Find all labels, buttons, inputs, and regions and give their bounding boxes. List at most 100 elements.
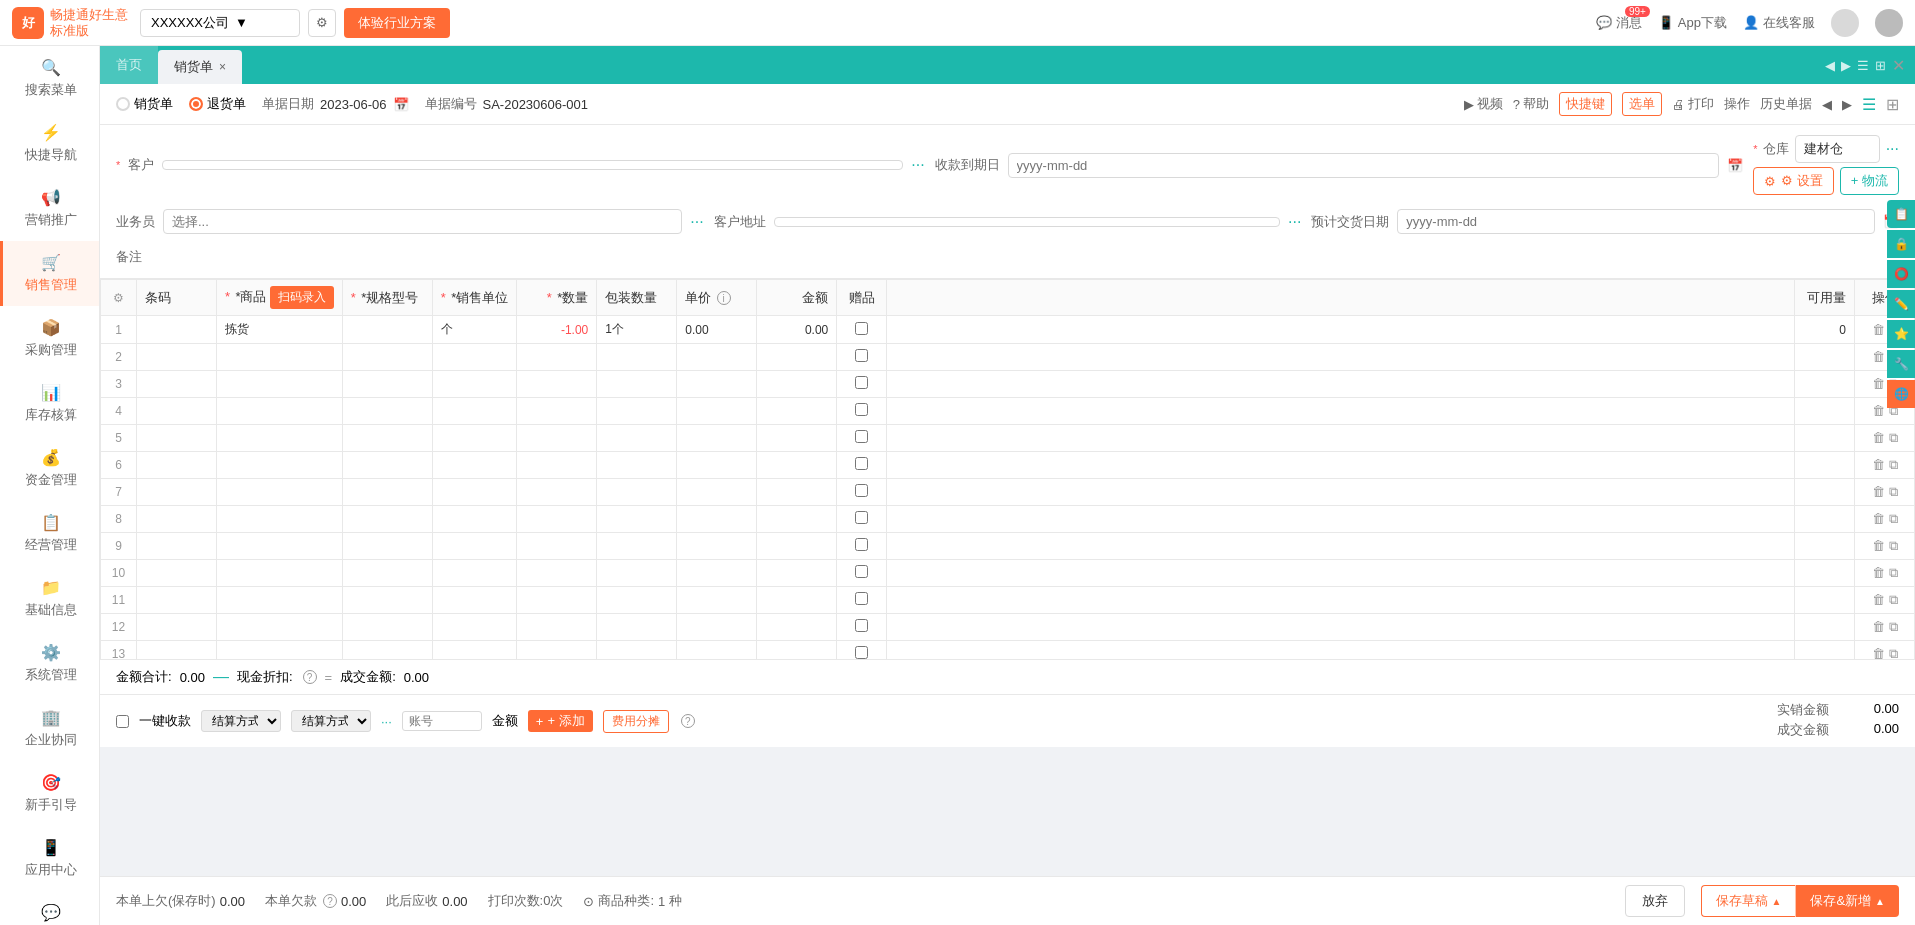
- delete-icon[interactable]: 🗑: [1872, 619, 1885, 635]
- row-notes[interactable]: [887, 533, 1795, 560]
- sidebar-item-marketing[interactable]: 📢 营销推广: [0, 176, 99, 241]
- row-price[interactable]: [677, 371, 757, 398]
- row-price[interactable]: [677, 614, 757, 641]
- row-spec[interactable]: [342, 587, 432, 614]
- row-notes[interactable]: [887, 587, 1795, 614]
- delete-icon[interactable]: 🗑: [1872, 511, 1885, 527]
- row-product[interactable]: [217, 587, 343, 614]
- company-selector[interactable]: XXXXXX公司 ▼: [140, 9, 300, 37]
- row-notes[interactable]: [887, 398, 1795, 425]
- warehouse-dots[interactable]: ···: [1886, 140, 1899, 158]
- sidebar-item-finance[interactable]: 💰 资金管理: [0, 436, 99, 501]
- salesperson-input[interactable]: [163, 209, 682, 234]
- row-amount[interactable]: [757, 506, 837, 533]
- grid-view-icon[interactable]: ⊞: [1886, 95, 1899, 114]
- float-btn-3[interactable]: ⭕: [1887, 260, 1915, 288]
- row-amount[interactable]: 0.00: [757, 316, 837, 344]
- row-gift[interactable]: [837, 614, 887, 641]
- copy-icon[interactable]: ⧉: [1889, 430, 1898, 446]
- salesperson-dots[interactable]: ···: [690, 213, 703, 231]
- row-amount[interactable]: [757, 344, 837, 371]
- copy-icon[interactable]: ⧉: [1889, 565, 1898, 581]
- debt-info-icon[interactable]: ?: [323, 894, 337, 908]
- customer-addr-input[interactable]: [774, 217, 1280, 227]
- history-action[interactable]: 历史单据: [1760, 95, 1812, 113]
- nav-next-icon[interactable]: ▶: [1842, 97, 1852, 112]
- operate-action[interactable]: 操作: [1724, 95, 1750, 113]
- row-barcode[interactable]: [137, 479, 217, 506]
- row-gift[interactable]: [837, 479, 887, 506]
- row-pkgqty[interactable]: 1个: [597, 316, 677, 344]
- row-qty[interactable]: [517, 614, 597, 641]
- row-notes[interactable]: [887, 425, 1795, 452]
- copy-icon[interactable]: ⧉: [1889, 538, 1898, 554]
- delete-icon[interactable]: 🗑: [1872, 457, 1885, 473]
- row-price[interactable]: [677, 533, 757, 560]
- row-gift[interactable]: [837, 316, 887, 344]
- row-pkgqty[interactable]: [597, 344, 677, 371]
- tab-home[interactable]: 首页: [100, 46, 158, 84]
- row-qty[interactable]: [517, 344, 597, 371]
- row-qty[interactable]: [517, 425, 597, 452]
- row-unit[interactable]: [432, 425, 516, 452]
- row-pkgqty[interactable]: [597, 614, 677, 641]
- row-price[interactable]: [677, 587, 757, 614]
- row-notes[interactable]: [887, 344, 1795, 371]
- row-price[interactable]: [677, 506, 757, 533]
- row-spec[interactable]: [342, 316, 432, 344]
- row-pkgqty[interactable]: [597, 479, 677, 506]
- select-action[interactable]: 选单: [1622, 92, 1662, 116]
- setting-button[interactable]: ⚙ ⚙ 设置: [1753, 167, 1834, 195]
- row-spec[interactable]: [342, 560, 432, 587]
- delete-icon[interactable]: 🗑: [1872, 430, 1885, 446]
- float-btn-6[interactable]: 🔧: [1887, 350, 1915, 378]
- row-amount[interactable]: [757, 560, 837, 587]
- sidebar-item-system[interactable]: ⚙️ 系统管理: [0, 631, 99, 696]
- row-spec[interactable]: [342, 344, 432, 371]
- save-new-button[interactable]: 保存&新增 ▲: [1796, 885, 1899, 917]
- row-gift[interactable]: [837, 560, 887, 587]
- row-spec[interactable]: [342, 614, 432, 641]
- row-gift[interactable]: [837, 371, 887, 398]
- price-info-icon[interactable]: i: [717, 291, 731, 305]
- row-amount[interactable]: [757, 641, 837, 660]
- row-qty[interactable]: [517, 452, 597, 479]
- row-gift[interactable]: [837, 587, 887, 614]
- delete-icon[interactable]: 🗑: [1872, 484, 1885, 500]
- row-barcode[interactable]: [137, 425, 217, 452]
- row-price[interactable]: [677, 479, 757, 506]
- sidebar-item-wechat[interactable]: 💬 企业微信: [0, 891, 99, 925]
- row-notes[interactable]: [887, 316, 1795, 344]
- row-amount[interactable]: [757, 533, 837, 560]
- expense-info-icon[interactable]: ?: [681, 714, 695, 728]
- copy-icon[interactable]: ⧉: [1889, 619, 1898, 635]
- row-barcode[interactable]: [137, 398, 217, 425]
- discard-button[interactable]: 放弃: [1625, 885, 1685, 917]
- row-gift[interactable]: [837, 452, 887, 479]
- warehouse-input[interactable]: 建材仓: [1795, 135, 1879, 163]
- row-pkgqty[interactable]: [597, 533, 677, 560]
- calendar-icon[interactable]: 📅: [393, 97, 409, 112]
- content-close-button[interactable]: ✕: [1892, 56, 1905, 75]
- row-notes[interactable]: [887, 560, 1795, 587]
- tab-nav-prev[interactable]: ◀: [1825, 58, 1835, 73]
- view-list-icon[interactable]: ☰: [1857, 58, 1869, 73]
- app-download-button[interactable]: 📱 App下载: [1658, 14, 1727, 32]
- row-product[interactable]: [217, 641, 343, 660]
- row-product[interactable]: [217, 371, 343, 398]
- method-select2[interactable]: 结算方式: [291, 710, 371, 732]
- row-barcode[interactable]: [137, 533, 217, 560]
- delete-icon[interactable]: 🗑: [1872, 322, 1885, 338]
- payment-date-input[interactable]: [1008, 153, 1720, 178]
- tab-sale-order[interactable]: 销货单 ×: [158, 50, 242, 84]
- row-spec[interactable]: [342, 425, 432, 452]
- row-product[interactable]: [217, 452, 343, 479]
- trial-button[interactable]: 体验行业方案: [344, 8, 450, 38]
- account-dots[interactable]: ···: [381, 714, 392, 729]
- row-product[interactable]: [217, 398, 343, 425]
- row-notes[interactable]: [887, 506, 1795, 533]
- help-action[interactable]: ? 帮助: [1513, 95, 1549, 113]
- row-qty[interactable]: [517, 371, 597, 398]
- list-view-icon[interactable]: ☰: [1862, 95, 1876, 114]
- sidebar-item-basic[interactable]: 📁 基础信息: [0, 566, 99, 631]
